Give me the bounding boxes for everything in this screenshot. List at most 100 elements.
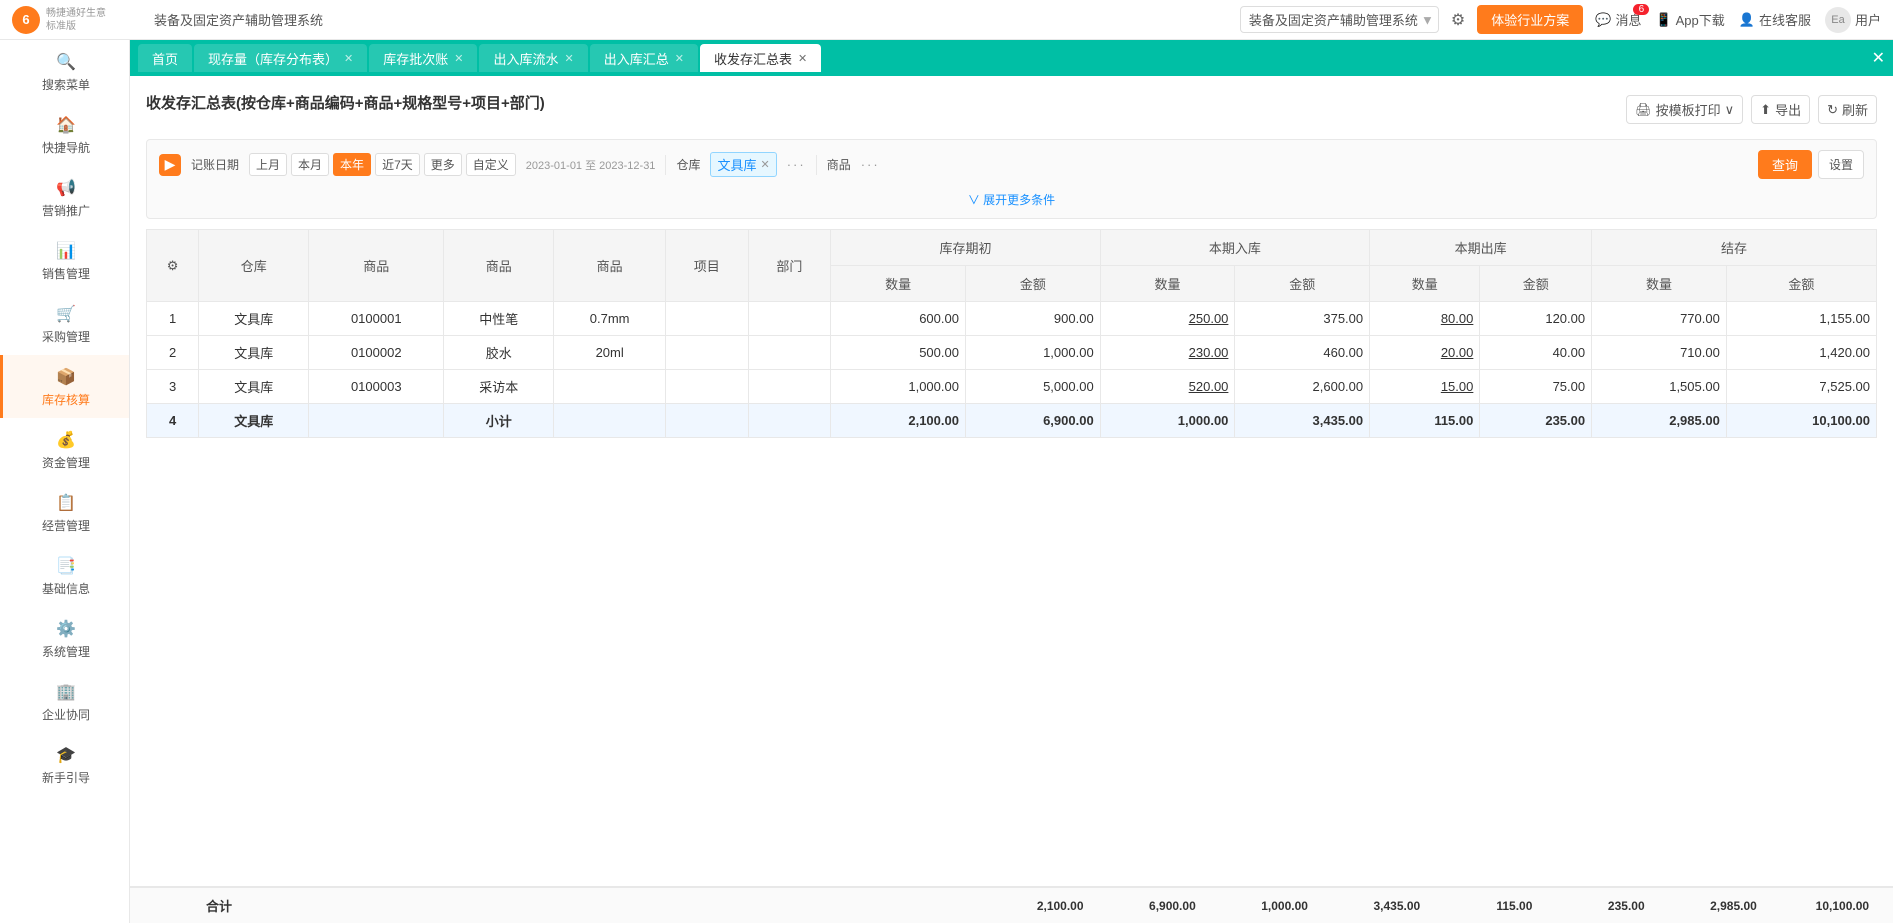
cell-department — [748, 370, 831, 404]
sidebar-item-finance[interactable]: 💰 资金管理 — [0, 418, 129, 481]
sidebar-item-operations[interactable]: 📋 经营管理 — [0, 481, 129, 544]
warehouse-tag-close[interactable]: ✕ — [760, 158, 769, 171]
sidebar-item-purchase[interactable]: 🛒 采购管理 — [0, 292, 129, 355]
filter-section: ▶ 记账日期 上月 本月 本年 近7天 更多 自定义 2023-01-01 至 … — [146, 139, 1877, 219]
date-btn-more[interactable]: 更多 — [424, 153, 462, 176]
cell-product-name: 中性笔 — [444, 302, 554, 336]
footer-label: 合计 — [206, 896, 306, 915]
footer-balance-amt: 10,100.00 — [1765, 899, 1877, 913]
sidebar-item-sales[interactable]: 📊 销售管理 — [0, 229, 129, 292]
trial-button[interactable]: 体验行业方案 — [1477, 5, 1583, 34]
th-department: 部门 — [748, 230, 831, 302]
cell-balance-qty: 710.00 — [1592, 336, 1727, 370]
filter-divider — [665, 155, 666, 175]
sidebar-item-label: 库存核算 — [42, 391, 90, 408]
table-row: 3文具库0100003采访本1,000.005,000.00520.002,60… — [147, 370, 1877, 404]
tab-close-batch-ledger[interactable]: ✕ — [454, 52, 463, 65]
sidebar-item-inventory[interactable]: 📦 库存核算 — [0, 355, 129, 418]
th-out-amt: 金额 — [1480, 266, 1592, 302]
download-icon: 📱 — [1655, 12, 1671, 28]
tab-inout-summary[interactable]: 出入库汇总 ✕ — [590, 44, 698, 72]
date-filter-group: 上月 本月 本年 近7天 更多 自定义 — [249, 153, 516, 176]
tab-inout-flow[interactable]: 出入库流水 ✕ — [479, 44, 587, 72]
sidebar-item-system[interactable]: ⚙️ 系统管理 — [0, 607, 129, 670]
cell-balance-amt: 10,100.00 — [1726, 404, 1876, 438]
product-filter-dots[interactable]: ··· — [861, 157, 880, 172]
tab-close-inventory-dist[interactable]: ✕ — [344, 52, 353, 65]
sidebar-item-guide[interactable]: 🎓 新手引导 — [0, 733, 129, 796]
sys-select-chevron: ▼ — [1421, 12, 1434, 27]
th-in-qty: 数量 — [1100, 266, 1235, 302]
sidebar-item-enterprise[interactable]: 🏢 企业协同 — [0, 670, 129, 733]
cell-in-qty[interactable]: 250.00 — [1100, 302, 1235, 336]
tab-bar-close-button[interactable]: ✕ — [1872, 48, 1885, 68]
expand-more-button[interactable]: ∨ 展开更多条件 — [968, 191, 1055, 208]
export-button[interactable]: ⬆ 导出 — [1751, 95, 1810, 124]
cell-product-spec: 20ml — [554, 336, 666, 370]
tab-close-inout-summary[interactable]: ✕ — [675, 52, 684, 65]
sidebar-item-search[interactable]: 🔍 搜索菜单 — [0, 40, 129, 103]
sidebar-item-quick-nav[interactable]: 🏠 快捷导航 — [0, 103, 129, 166]
tab-recv-send-summary[interactable]: 收发存汇总表 ✕ — [700, 44, 821, 72]
footer-in-qty: 1,000.00 — [1204, 899, 1316, 913]
sidebar-item-label: 销售管理 — [42, 265, 90, 282]
tab-close-inout-flow[interactable]: ✕ — [565, 52, 574, 65]
th-group-out: 本期出库 — [1370, 230, 1592, 266]
tab-home[interactable]: 首页 — [138, 44, 192, 72]
page-footer: 合计 2,100.00 6,900.00 1,000.00 3,435.00 1… — [130, 886, 1893, 923]
footer-product-spec — [643, 899, 755, 913]
cell-in-amt: 2,600.00 — [1235, 370, 1370, 404]
filter-action-buttons: 查询 设置 — [1758, 150, 1864, 179]
cell-opening-qty: 600.00 — [831, 302, 966, 336]
logo-text: 畅捷通好生意 标准版 — [46, 7, 106, 33]
date-btn-custom[interactable]: 自定义 — [466, 153, 516, 176]
sales-icon: 📊 — [56, 241, 76, 261]
tab-inventory-dist[interactable]: 现存量（库存分布表） ✕ — [194, 44, 367, 72]
date-btn-this-month[interactable]: 本月 — [291, 153, 329, 176]
top-right-actions: 💬 消息 6 📱 App下载 👤 在线客服 Ea 用户 — [1595, 7, 1881, 33]
cell-opening-amt: 6,900.00 — [965, 404, 1100, 438]
sys-select-btn[interactable]: 装备及固定资产辅助管理系统 ▼ — [1240, 6, 1439, 33]
refresh-button[interactable]: ↻ 刷新 — [1818, 95, 1877, 124]
messages-button[interactable]: 💬 消息 6 — [1595, 10, 1641, 29]
date-btn-last-month[interactable]: 上月 — [249, 153, 287, 176]
date-btn-7days[interactable]: 近7天 — [375, 153, 420, 176]
query-button[interactable]: 查询 — [1758, 150, 1812, 179]
filter-row: ▶ 记账日期 上月 本月 本年 近7天 更多 自定义 2023-01-01 至 … — [159, 150, 1864, 179]
sys-title: 装备及固定资产辅助管理系统 — [154, 10, 1228, 29]
footer-in-amt: 3,435.00 — [1316, 899, 1428, 913]
gear-button[interactable]: ⚙ — [1451, 10, 1465, 30]
tab-batch-ledger[interactable]: 库存批次账 ✕ — [369, 44, 477, 72]
cell-out-qty[interactable]: 20.00 — [1370, 336, 1480, 370]
cell-warehouse: 文具库 — [199, 404, 309, 438]
cell-out-qty[interactable]: 15.00 — [1370, 370, 1480, 404]
cell-in-qty[interactable]: 520.00 — [1100, 370, 1235, 404]
cell-balance-amt: 1,420.00 — [1726, 336, 1876, 370]
print-button[interactable]: 🖨 按模板打印 ∨ — [1626, 95, 1743, 124]
cell-product-code: 0100002 — [309, 336, 444, 370]
cell-out-qty[interactable]: 80.00 — [1370, 302, 1480, 336]
cell-department — [748, 404, 831, 438]
app-download-button[interactable]: 📱 App下载 — [1655, 10, 1724, 29]
th-in-amt: 金额 — [1235, 266, 1370, 302]
cell-project — [666, 404, 749, 438]
sidebar-item-label: 快捷导航 — [42, 139, 90, 156]
table-settings-col[interactable]: ⚙ — [147, 230, 199, 302]
cell-in-qty[interactable]: 230.00 — [1100, 336, 1235, 370]
user-button[interactable]: Ea 用户 — [1825, 7, 1881, 33]
footer-warehouse — [306, 899, 418, 913]
cell-project — [666, 336, 749, 370]
sidebar-item-marketing[interactable]: 📢 营销推广 — [0, 166, 129, 229]
filter-expand-button[interactable]: ▶ — [159, 154, 181, 176]
tab-close-recv-send-summary[interactable]: ✕ — [798, 52, 807, 65]
warehouse-filter-dots[interactable]: ··· — [787, 157, 806, 172]
th-group-balance: 结存 — [1592, 230, 1877, 266]
th-balance-qty: 数量 — [1592, 266, 1727, 302]
online-service-button[interactable]: 👤 在线客服 — [1739, 10, 1811, 29]
th-project: 项目 — [666, 230, 749, 302]
sidebar-item-basic[interactable]: 📑 基础信息 — [0, 544, 129, 607]
filter-settings-button[interactable]: 设置 — [1818, 150, 1864, 179]
cell-out-qty: 115.00 — [1370, 404, 1480, 438]
date-btn-this-year[interactable]: 本年 — [333, 153, 371, 176]
warehouse-tag[interactable]: 文具库 ✕ — [710, 152, 776, 177]
